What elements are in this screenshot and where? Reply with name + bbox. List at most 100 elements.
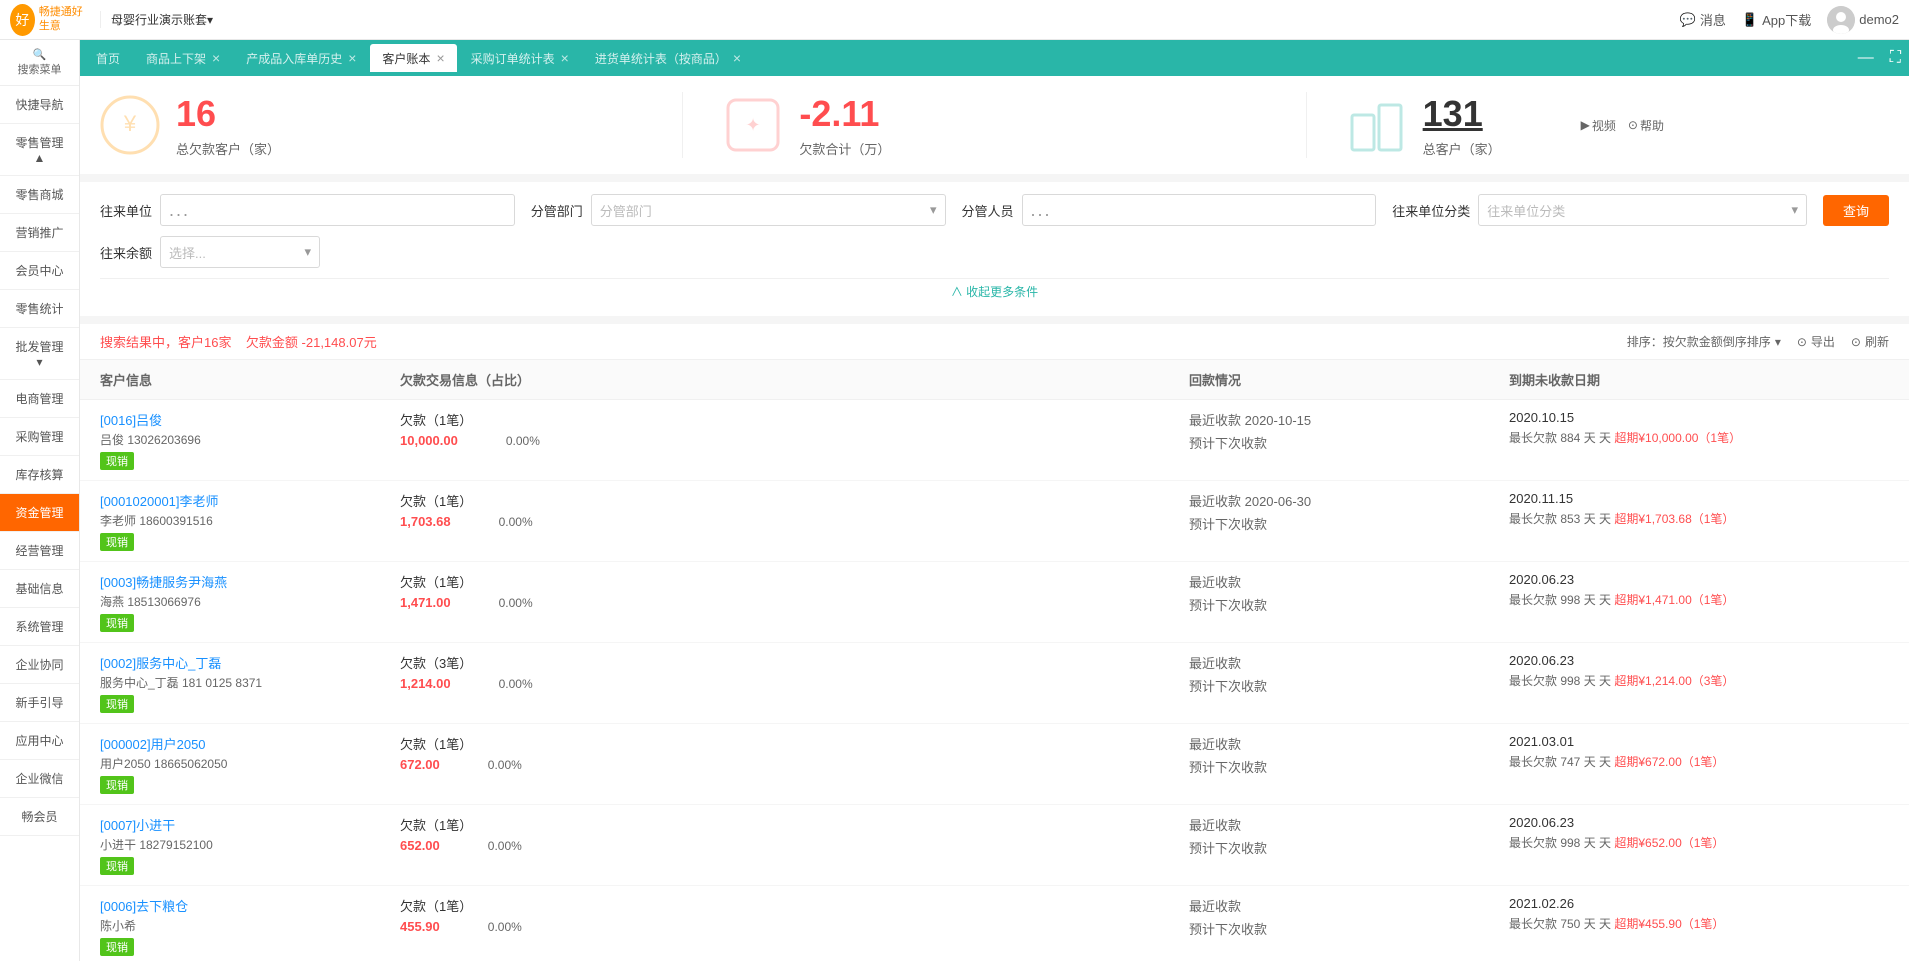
message-button[interactable]: 💬 消息 <box>1680 10 1726 29</box>
sidebar-item-beginner[interactable]: 新手引导 <box>0 684 79 722</box>
close-tab-product-history[interactable]: × <box>348 51 356 65</box>
customer-info-3: [0002]服务中心_丁磊 服务中心_丁磊 181 0125 8371 现销 <box>100 653 400 713</box>
sidebar-item-finance[interactable]: 资金管理 <box>0 494 79 532</box>
tab-product-history[interactable]: 产成品入库单历史 × <box>234 44 368 72</box>
return-info-4: 最近收款 预计下次收款 <box>1189 734 1509 776</box>
chevron-down-icon: ▾ <box>36 355 42 369</box>
sidebar-item-member-vip[interactable]: 畅会员 <box>0 798 79 836</box>
close-tab-purchase-order[interactable]: × <box>561 51 569 65</box>
stat-card-debt-total: ✦ -2.11 欠款合计（万） <box>723 92 1306 158</box>
customer-tag-0: 现销 <box>100 452 134 470</box>
customer-name-3[interactable]: [0002]服务中心_丁磊 <box>100 653 400 672</box>
overdue-detail-1: 最长欠款 853 天 天 超期¥1,703.68（1笔） <box>1509 510 1889 527</box>
close-tab-customer-account[interactable]: × <box>436 51 444 65</box>
filter-item-person: 分管人员 ... <box>962 194 1377 226</box>
export-button[interactable]: ⊙ 导出 <box>1797 333 1835 350</box>
sidebar-item-system[interactable]: 系统管理 <box>0 608 79 646</box>
sidebar-item-retail-mgmt[interactable]: 零售管理 ▲ <box>0 124 79 176</box>
overdue-amount-1[interactable]: 超期¥1,703.68（1笔） <box>1614 512 1734 526</box>
help-button[interactable]: ⊙ 帮助 <box>1628 117 1664 134</box>
sidebar-search[interactable]: 🔍 搜索菜单 <box>0 40 79 86</box>
svg-text:¥: ¥ <box>123 111 137 136</box>
store-selector[interactable]: 母婴行业演示账套 ▾ <box>100 11 213 28</box>
filter-balance-select[interactable]: 选择... ▾ <box>160 236 320 268</box>
svg-text:✦: ✦ <box>746 115 761 135</box>
close-tab-stock-stats[interactable]: × <box>733 51 741 65</box>
stat-overdue-info: 16 总欠款客户（家） <box>176 92 280 158</box>
sidebar-item-retail-stats[interactable]: 零售统计 <box>0 290 79 328</box>
filter-person-input[interactable]: ... <box>1022 194 1377 226</box>
overdue-amount-4[interactable]: 超期¥672.00（1笔） <box>1614 755 1724 769</box>
customer-name-4[interactable]: [000002]用户2050 <box>100 734 400 753</box>
store-name: 母婴行业演示账套 <box>111 11 207 28</box>
tab-customer-account[interactable]: 客户账本 × <box>370 44 456 72</box>
filter-unit-label: 往来单位 <box>100 201 152 220</box>
sidebar-item-ecommerce[interactable]: 电商管理 <box>0 380 79 418</box>
sidebar-item-operation[interactable]: 经营管理 <box>0 532 79 570</box>
overdue-amount-5[interactable]: 超期¥652.00（1笔） <box>1614 836 1724 850</box>
page-content: ¥ 16 总欠款客户（家） ✦ <box>80 76 1909 961</box>
col-header-return: 回款情况 <box>1189 370 1509 389</box>
sort-select[interactable]: 排序：按欠款金额倒序排序 ▾ <box>1627 333 1781 350</box>
refresh-button[interactable]: ⊙ 刷新 <box>1851 333 1889 350</box>
overdue-days-0: 最长欠款 884 天 天 <box>1509 431 1614 445</box>
app-download-button[interactable]: 📱 App下载 <box>1742 10 1811 29</box>
sidebar-item-retail-mall[interactable]: 零售商城 <box>0 176 79 214</box>
customer-phone-2: 海燕 18513066976 <box>100 593 400 610</box>
tab-product-listing[interactable]: 商品上下架 × <box>134 44 232 72</box>
debt-info-6: 欠款（1笔） 455.90 0.00% <box>400 896 1189 934</box>
sidebar-item-wholesale[interactable]: 批发管理 ▾ <box>0 328 79 380</box>
sidebar-item-apps[interactable]: 应用中心 <box>0 722 79 760</box>
return-date-2: 最近收款 <box>1189 572 1509 591</box>
filter-dept-select[interactable]: 分管部门 ▾ <box>591 194 946 226</box>
search-button[interactable]: 查询 <box>1823 195 1889 226</box>
overdue-detail-3: 最长欠款 998 天 天 超期¥1,214.00（3笔） <box>1509 672 1889 689</box>
sidebar-item-basic-info[interactable]: 基础信息 <box>0 570 79 608</box>
tab-maximize-icon[interactable]: ⛶ <box>1886 45 1905 71</box>
overdue-amount-6[interactable]: 超期¥455.90（1笔） <box>1614 917 1724 931</box>
filter-category-select[interactable]: 往来单位分类 ▾ <box>1478 194 1807 226</box>
top-bar: 好 畅捷通好生意 母婴行业演示账套 ▾ 💬 消息 📱 App下载 demo2 <box>0 0 1909 40</box>
debt-label-4: 欠款（1笔） <box>400 734 1189 753</box>
customer-name-1[interactable]: [0001020001]李老师 <box>100 491 400 510</box>
tab-purchase-order[interactable]: 采购订单统计表 × <box>459 44 581 72</box>
user-avatar[interactable]: demo2 <box>1827 6 1899 34</box>
tab-actions: — ⛶ <box>1854 45 1905 71</box>
filter-unit-input[interactable]: ... <box>160 194 515 226</box>
customer-name-5[interactable]: [0007]小进干 <box>100 815 400 834</box>
debt-info-5: 欠款（1笔） 652.00 0.00% <box>400 815 1189 853</box>
debt-label-0: 欠款（1笔） <box>400 410 1189 429</box>
tab-stock-stats[interactable]: 进货单统计表（按商品） × <box>583 44 753 72</box>
debt-ratio-1: 0.00% <box>499 515 533 529</box>
sidebar-item-inventory[interactable]: 库存核算 <box>0 456 79 494</box>
return-next-4: 预计下次收款 <box>1189 757 1509 776</box>
view-video-button[interactable]: ▶ 视频 <box>1581 117 1616 134</box>
sidebar-item-purchase[interactable]: 采购管理 <box>0 418 79 456</box>
overdue-days-5: 最长欠款 998 天 天 <box>1509 836 1614 850</box>
overdue-date-0: 2020.10.15 <box>1509 410 1889 425</box>
sidebar-item-member[interactable]: 会员中心 <box>0 252 79 290</box>
overdue-info-6: 2021.02.26 最长欠款 750 天 天 超期¥455.90（1笔） <box>1509 896 1889 932</box>
customer-name-6[interactable]: [0006]去下粮仓 <box>100 896 400 915</box>
customer-phone-4: 用户2050 18665062050 <box>100 755 400 772</box>
tab-minimize-icon[interactable]: — <box>1854 45 1878 71</box>
customer-name-2[interactable]: [0003]畅捷服务尹海燕 <box>100 572 400 591</box>
collapse-button[interactable]: ∧ 收起更多条件 <box>100 278 1889 304</box>
overdue-amount-2[interactable]: 超期¥1,471.00（1笔） <box>1614 593 1734 607</box>
debt-label-2: 欠款（1笔） <box>400 572 1189 591</box>
help-icon: ⊙ <box>1628 118 1638 132</box>
customer-name-0[interactable]: [0016]吕俊 <box>100 410 400 429</box>
sidebar-item-enterprise[interactable]: 企业协同 <box>0 646 79 684</box>
close-tab-product-listing[interactable]: × <box>212 51 220 65</box>
return-date-0: 最近收款 2020-10-15 <box>1189 410 1509 429</box>
tab-home[interactable]: 首页 <box>84 44 132 72</box>
debt-amount-4: 672.00 <box>400 757 440 772</box>
debt-info-3: 欠款（3笔） 1,214.00 0.00% <box>400 653 1189 691</box>
overdue-amount-0[interactable]: 超期¥10,000.00（1笔） <box>1614 431 1741 445</box>
overdue-amount-3[interactable]: 超期¥1,214.00（3笔） <box>1614 674 1734 688</box>
stat-card-actions: ▶ 视频 ⊙ 帮助 <box>1581 117 1664 134</box>
sidebar-item-wechat[interactable]: 企业微信 <box>0 760 79 798</box>
debt-ratio-5: 0.00% <box>488 839 522 853</box>
sidebar-item-marketing[interactable]: 营销推广 <box>0 214 79 252</box>
sidebar-item-quick-nav[interactable]: 快捷导航 <box>0 86 79 124</box>
